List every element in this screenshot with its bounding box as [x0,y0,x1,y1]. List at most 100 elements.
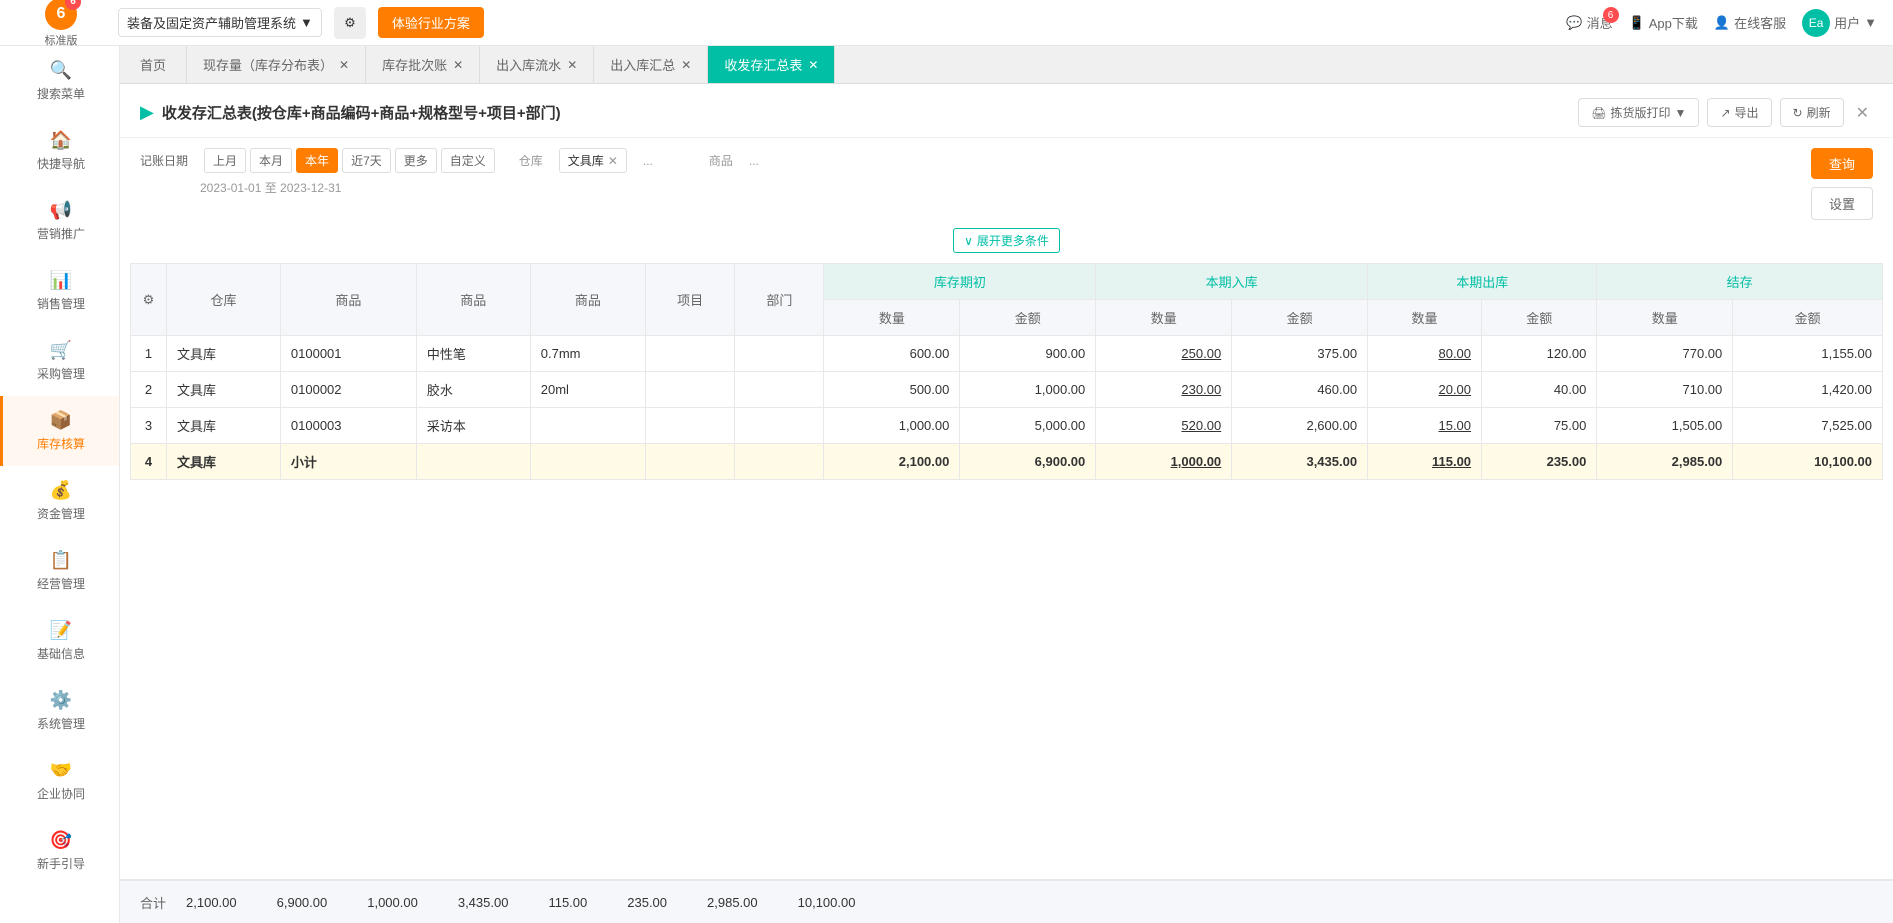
subtotal-opening-qty: 2,100.00 [824,444,960,480]
sidebar-item-quick[interactable]: 🏠 快捷导航 [0,116,119,186]
row2-out-amt: 40.00 [1482,372,1597,408]
tab-recv-summary[interactable]: 收发存汇总表 ✕ [708,46,835,83]
user-dropdown-icon: ▼ [1864,15,1877,30]
date-btn-this-year[interactable]: 本年 [296,148,338,173]
row2-out-qty-link[interactable]: 20.00 [1438,382,1471,397]
subtotal-empty3 [646,444,735,480]
home-icon: 🏠 [50,130,72,151]
message-icon: 💬 [1566,15,1582,31]
col-balance-qty: 数量 [1597,300,1733,336]
row1-out-qty: 80.00 [1368,336,1482,372]
subtotal-opening-amt: 6,900.00 [960,444,1096,480]
tab-close-inout-flow[interactable]: ✕ [567,58,577,72]
tab-close-recv-summary[interactable]: ✕ [808,58,818,72]
warehouse-tag-close[interactable]: ✕ [608,154,618,168]
subtotal-in-qty: 1,000.00 [1096,444,1232,480]
date-btn-more[interactable]: 更多 [395,148,437,173]
refresh-button[interactable]: ↻ 刷新 [1780,98,1844,127]
date-label: 记账日期 [140,152,188,169]
row2-balance-amt: 1,420.00 [1733,372,1883,408]
tab-stock-dist[interactable]: 现存量（库存分布表） ✕ [187,46,366,83]
col-project: 项目 [646,264,735,336]
table-row: 2 文具库 0100002 胶水 20ml 500.00 1,000.00 23… [131,372,1883,408]
sidebar-item-finance[interactable]: 💰 资金管理 [0,466,119,536]
row2-project [646,372,735,408]
row2-in-qty-link[interactable]: 230.00 [1181,382,1221,397]
date-btn-7days[interactable]: 近7天 [342,148,391,173]
sidebar-item-system[interactable]: ⚙️ 系统管理 [0,676,119,746]
warehouse-tag: 文具库 ✕ [559,148,627,173]
expand-conditions-button[interactable]: ∨ 展开更多条件 [953,228,1060,253]
logo-badge: 6 [65,0,81,10]
row1-project [646,336,735,372]
warehouse-more[interactable]: ... [643,154,653,168]
set-button[interactable]: 设置 [1811,187,1873,220]
expand-collapse-icon[interactable]: ▶ [140,102,154,123]
sidebar-item-label: 新手引导 [37,855,85,872]
tab-inout-summary[interactable]: 出入库汇总 ✕ [594,46,708,83]
print-button[interactable]: 🖨 拣货版打印 ▼ [1578,98,1699,127]
trial-button[interactable]: 体验行业方案 [378,7,484,38]
filter-section: 记账日期 上月 本月 本年 近7天 更多 自定义 仓库 文 [120,138,1893,263]
sidebar-item-corp[interactable]: 🤝 企业协同 [0,746,119,816]
table-row: 3 文具库 0100003 采访本 1,000.00 5,000.00 520.… [131,408,1883,444]
row1-out-qty-link[interactable]: 80.00 [1438,346,1471,361]
row3-project [646,408,735,444]
date-btn-last-month[interactable]: 上月 [204,148,246,173]
export-button[interactable]: ↗ 导出 [1707,98,1771,127]
user-label: 用户 [1834,13,1860,32]
col-dept: 部门 [735,264,824,336]
table-row: 1 文具库 0100001 中性笔 0.7mm 600.00 900.00 25… [131,336,1883,372]
message-item[interactable]: 💬 消息 6 [1566,13,1612,32]
close-page-button[interactable]: ✕ [1852,103,1873,123]
data-table: ⚙ 仓库 商品 商品 商品 项目 部门 库存期初 本期入库 本期出库 结存 [130,263,1883,480]
row3-in-qty-link[interactable]: 520.00 [1181,418,1221,433]
sidebar-item-label: 经营管理 [37,575,85,592]
user-item[interactable]: Ea 用户 ▼ [1802,9,1877,37]
guide-icon: 🎯 [50,830,72,851]
row3-out-qty-link[interactable]: 15.00 [1438,418,1471,433]
sidebar-item-marketing[interactable]: 📢 营销推广 [0,186,119,256]
sidebar-item-inventory[interactable]: 📦 库存核算 [0,396,119,466]
online-service-item[interactable]: 👤 在线客服 [1714,13,1786,32]
notification-badge: 6 [1603,7,1619,23]
date-btn-custom[interactable]: 自定义 [441,148,495,173]
sidebar-item-guide[interactable]: 🎯 新手引导 [0,816,119,886]
print-icon: 🖨 [1591,106,1606,120]
tab-close-batch[interactable]: ✕ [453,58,463,72]
service-icon: 👤 [1714,15,1730,31]
tab-inout-flow[interactable]: 出入库流水 ✕ [480,46,594,83]
subtotal-in-amt: 3,435.00 [1232,444,1368,480]
settings-icon[interactable]: ⚙ [334,7,366,39]
app-download-item[interactable]: 📱 App下载 [1629,13,1698,32]
total-balance-qty: 2,985.00 [707,895,758,910]
tab-batch[interactable]: 库存批次账 ✕ [366,46,480,83]
page-content: ▶ 收发存汇总表(按仓库+商品编码+商品+规格型号+项目+部门) 🖨 拣货版打印… [120,84,1893,879]
table-settings-icon[interactable]: ⚙ [143,292,155,307]
tab-close-inout-summary[interactable]: ✕ [681,58,691,72]
sidebar-item-sales[interactable]: 📊 销售管理 [0,256,119,326]
search-icon: 🔍 [50,60,72,81]
date-range-display: 2023-01-01 至 2023-12-31 [200,179,341,196]
goods-more[interactable]: ... [749,154,759,168]
sidebar-item-search[interactable]: 🔍 搜索菜单 [0,46,119,116]
total-out-amt: 235.00 [627,895,667,910]
query-button[interactable]: 查询 [1811,148,1873,179]
sidebar-item-basic[interactable]: 📝 基础信息 [0,606,119,676]
subtotal-in-qty-link[interactable]: 1,000.00 [1171,454,1222,469]
row1-balance-amt: 1,155.00 [1733,336,1883,372]
system-name-dropdown[interactable]: 装备及固定资产辅助管理系统 ▼ [118,8,322,37]
sidebar-item-operations[interactable]: 📋 经营管理 [0,536,119,606]
subtotal-out-qty-link[interactable]: 115.00 [1432,454,1471,469]
row1-in-qty-link[interactable]: 250.00 [1181,346,1221,361]
basic-icon: 📝 [50,620,72,641]
date-btn-this-month[interactable]: 本月 [250,148,292,173]
row2-no: 2 [131,372,167,408]
sidebar-item-label: 库存核算 [37,435,85,452]
sidebar-item-label: 营销推广 [37,225,85,242]
tab-home[interactable]: 首页 [120,46,187,83]
tab-close-stock-dist[interactable]: ✕ [339,58,349,72]
sidebar-item-purchase[interactable]: 🛒 采购管理 [0,326,119,396]
logo-icon: 6 6 [45,0,77,30]
total-opening-amt: 6,900.00 [277,895,328,910]
